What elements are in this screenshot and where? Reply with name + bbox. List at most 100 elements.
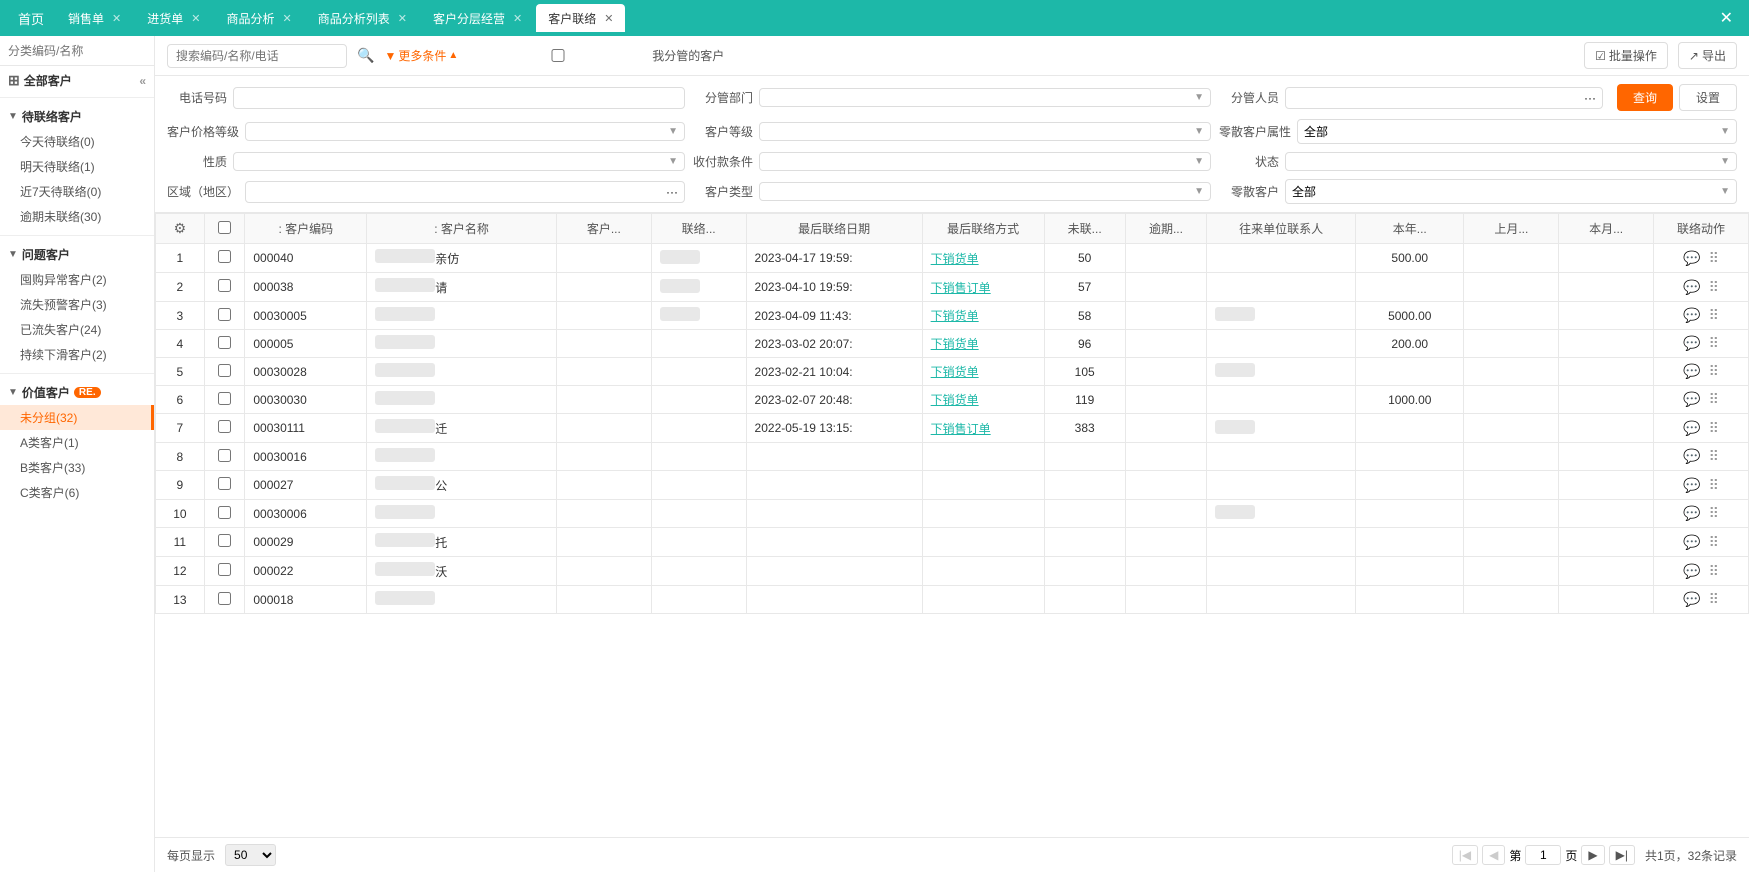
sidebar-item-class-c[interactable]: C类客户(6) <box>0 480 154 505</box>
contact-icon[interactable]: 💬 <box>1683 534 1700 551</box>
last-way-link[interactable]: 下销货单 <box>931 252 979 266</box>
page-prev-button[interactable]: ◀ <box>1482 845 1505 865</box>
nav-tab-customer-contact-close[interactable]: ✕ <box>604 12 613 25</box>
contact-icon[interactable]: 💬 <box>1683 505 1700 522</box>
filter-select-manager[interactable]: ··· <box>1285 87 1603 109</box>
sidebar-item-overdue[interactable]: 逾期未联络(30) <box>0 204 154 229</box>
window-close-button[interactable]: ✕ <box>1712 8 1741 28</box>
more-icon[interactable]: ⠿ <box>1709 420 1719 437</box>
sidebar-group-problem-header[interactable]: ▼ 问题客户 <box>0 242 154 267</box>
row-checkbox-cell[interactable] <box>204 330 245 358</box>
more-icon[interactable]: ⠿ <box>1709 448 1719 465</box>
row-checkbox-cell[interactable] <box>204 557 245 586</box>
th-related[interactable]: 往来单位联系人 <box>1207 214 1356 244</box>
sidebar-item-ungroup[interactable]: 未分组(32) <box>0 405 154 430</box>
contact-icon[interactable]: 💬 <box>1683 307 1700 324</box>
last-way-link[interactable]: 下销货单 <box>931 337 979 351</box>
more-icon[interactable]: ⠿ <box>1709 250 1719 267</box>
row-checkbox[interactable] <box>218 364 231 377</box>
nav-tab-customer-contact[interactable]: 客户联络 ✕ <box>536 4 625 32</box>
contact-icon[interactable]: 💬 <box>1683 335 1700 352</box>
contact-icon[interactable]: 💬 <box>1683 563 1700 580</box>
sidebar-all-customers[interactable]: ⊞ 全部客户 « <box>0 66 154 95</box>
search-input[interactable] <box>167 44 347 68</box>
row-checkbox-cell[interactable] <box>204 443 245 471</box>
contact-icon[interactable]: 💬 <box>1683 250 1700 267</box>
sidebar-item-today[interactable]: 今天待联络(0) <box>0 129 154 154</box>
row-checkbox[interactable] <box>218 392 231 405</box>
row-checkbox[interactable] <box>218 477 231 490</box>
row-checkbox-cell[interactable] <box>204 586 245 614</box>
nav-tab-sales-close[interactable]: ✕ <box>112 12 121 25</box>
query-button[interactable]: 查询 <box>1617 84 1673 111</box>
row-checkbox[interactable] <box>218 336 231 349</box>
filter-select-customer-type[interactable]: ▼ <box>759 182 1211 201</box>
more-icon[interactable]: ⠿ <box>1709 591 1719 608</box>
nav-tab-analysis[interactable]: 商品分析 ✕ <box>214 4 303 32</box>
filter-input-phone[interactable] <box>233 87 685 109</box>
th-this-month[interactable]: 本月... <box>1559 214 1654 244</box>
row-checkbox-cell[interactable] <box>204 244 245 273</box>
nav-tab-home[interactable]: 首页 <box>8 9 54 28</box>
page-number-input[interactable] <box>1525 845 1561 865</box>
more-icon[interactable]: ⠿ <box>1709 477 1719 494</box>
sidebar-item-churned[interactable]: 已流失客户(24) <box>0 317 154 342</box>
row-checkbox[interactable] <box>218 308 231 321</box>
filter-search-icon[interactable]: 🔍 <box>357 47 374 64</box>
sidebar-item-declining[interactable]: 持续下滑客户(2) <box>0 342 154 367</box>
row-checkbox[interactable] <box>218 449 231 462</box>
row-checkbox-cell[interactable] <box>204 358 245 386</box>
th-customer-type[interactable]: 客户... <box>556 214 651 244</box>
nav-tab-analysis-list[interactable]: 商品分析列表 ✕ <box>306 4 419 32</box>
nav-tab-customer-tier-close[interactable]: ✕ <box>513 12 522 25</box>
bulk-operation-button[interactable]: ☑ 批量操作 <box>1584 42 1668 69</box>
contact-icon[interactable]: 💬 <box>1683 420 1700 437</box>
contact-icon[interactable]: 💬 <box>1683 391 1700 408</box>
more-icon[interactable]: ⠿ <box>1709 391 1719 408</box>
sidebar-group-value-header[interactable]: ▼ 价值客户 RE. <box>0 380 154 405</box>
nav-tab-analysis-list-close[interactable]: ✕ <box>398 12 407 25</box>
per-page-select[interactable]: 50 100 200 <box>225 844 276 866</box>
filter-select-nature[interactable]: ▼ <box>233 152 685 171</box>
row-checkbox[interactable] <box>218 279 231 292</box>
last-way-link[interactable]: 下销货单 <box>931 309 979 323</box>
sidebar-item-class-b[interactable]: B类客户(33) <box>0 455 154 480</box>
th-this-year[interactable]: 本年... <box>1356 214 1464 244</box>
more-icon[interactable]: ⠿ <box>1709 363 1719 380</box>
filter-select-customer-tier[interactable]: ▼ <box>759 122 1211 141</box>
page-last-button[interactable]: ▶| <box>1609 845 1635 865</box>
th-customer-code[interactable]: : 客户编码 <box>245 214 367 244</box>
sidebar-item-tomorrow[interactable]: 明天待联络(1) <box>0 154 154 179</box>
sidebar-item-7days[interactable]: 近7天待联络(0) <box>0 179 154 204</box>
th-contact[interactable]: 联络... <box>651 214 746 244</box>
nav-tab-purchase[interactable]: 进货单 ✕ <box>135 4 212 32</box>
contact-icon[interactable]: 💬 <box>1683 363 1700 380</box>
my-customers-checkbox[interactable] <box>468 49 648 62</box>
more-icon[interactable]: ⠿ <box>1709 534 1719 551</box>
th-uncontact[interactable]: 未联... <box>1044 214 1125 244</box>
filter-select-payment[interactable]: ▼ <box>759 152 1211 171</box>
row-checkbox[interactable] <box>218 506 231 519</box>
row-checkbox-cell[interactable] <box>204 500 245 528</box>
contact-icon[interactable]: 💬 <box>1683 591 1700 608</box>
my-customers-checkbox-label[interactable]: 我分管的客户 <box>468 47 724 64</box>
more-icon[interactable]: ⠿ <box>1709 307 1719 324</box>
sidebar-item-churn-warning[interactable]: 流失预警客户(3) <box>0 292 154 317</box>
filter-select-region[interactable]: ··· <box>245 181 685 203</box>
filter-select-retail-customer[interactable]: 全部 ▼ <box>1285 179 1737 204</box>
nav-tab-analysis-close[interactable]: ✕ <box>283 12 292 25</box>
page-first-button[interactable]: |◀ <box>1452 845 1478 865</box>
sidebar-collapse-btn[interactable]: « <box>139 74 146 88</box>
sidebar-item-abnormal[interactable]: 囤购异常客户(2) <box>0 267 154 292</box>
sidebar-group-pending-header[interactable]: ▼ 待联络客户 <box>0 104 154 129</box>
th-customer-name[interactable]: : 客户名称 <box>367 214 557 244</box>
row-checkbox[interactable] <box>218 420 231 433</box>
export-button[interactable]: ↗ 导出 <box>1678 42 1737 69</box>
th-last-date[interactable]: 最后联络日期 <box>746 214 922 244</box>
th-settings[interactable]: ⚙ <box>156 214 205 244</box>
row-checkbox[interactable] <box>218 534 231 547</box>
sidebar-item-class-a[interactable]: A类客户(1) <box>0 430 154 455</box>
row-checkbox-cell[interactable] <box>204 273 245 302</box>
contact-icon[interactable]: 💬 <box>1683 477 1700 494</box>
row-checkbox-cell[interactable] <box>204 414 245 443</box>
